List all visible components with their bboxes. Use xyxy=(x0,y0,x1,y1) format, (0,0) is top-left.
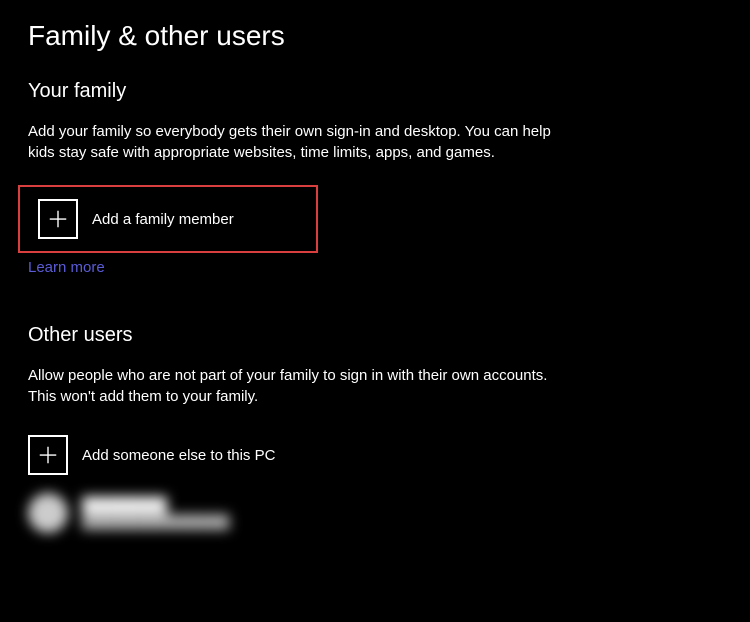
other-users-description: Allow people who are not part of your fa… xyxy=(28,365,568,407)
add-family-member-label: Add a family member xyxy=(92,211,234,228)
add-other-user-label: Add someone else to this PC xyxy=(82,447,275,464)
user-entry[interactable]: ████████ ████████████████ xyxy=(28,493,722,533)
family-section: Your family Add your family so everybody… xyxy=(28,80,722,324)
plus-icon xyxy=(28,435,68,475)
add-other-user-button[interactable]: Add someone else to this PC xyxy=(28,435,722,475)
page-title: Family & other users xyxy=(28,20,722,52)
user-name: ████████ xyxy=(82,497,229,514)
user-info: ████████ ████████████████ xyxy=(82,497,229,529)
user-email: ████████████████ xyxy=(82,514,229,529)
avatar xyxy=(28,493,68,533)
family-section-description: Add your family so everybody gets their … xyxy=(28,121,568,163)
other-users-section: Other users Allow people who are not par… xyxy=(28,324,722,533)
add-family-member-button[interactable]: Add a family member xyxy=(38,199,298,239)
family-section-heading: Your family xyxy=(28,80,722,103)
plus-icon xyxy=(38,199,78,239)
highlight-family-add: Add a family member xyxy=(18,185,318,253)
other-users-heading: Other users xyxy=(28,324,722,347)
learn-more-link[interactable]: Learn more xyxy=(28,259,105,276)
